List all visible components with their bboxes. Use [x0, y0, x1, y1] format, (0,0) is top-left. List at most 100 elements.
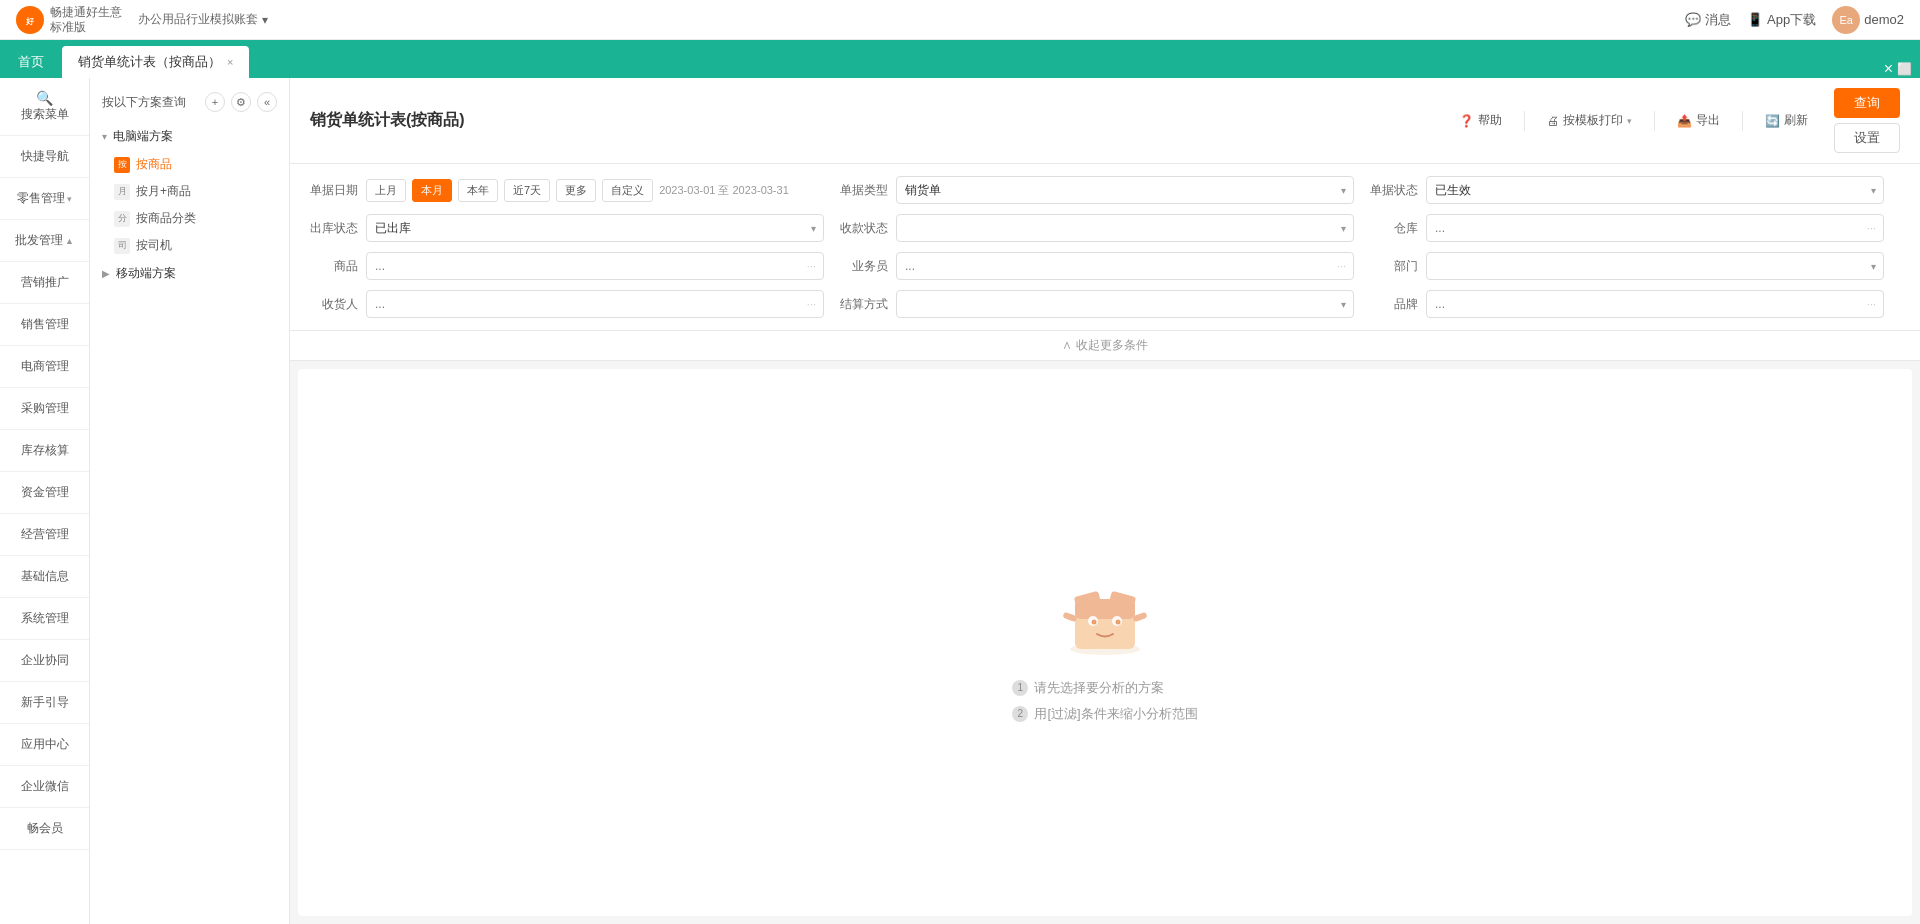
- chevron-up-icon: ▲: [65, 236, 74, 246]
- user-menu[interactable]: Ea demo2: [1832, 6, 1904, 34]
- message-button[interactable]: 💬 消息: [1685, 11, 1731, 29]
- sidebar-item-purchase[interactable]: 采购管理: [0, 388, 89, 430]
- close-window-icon[interactable]: ×: [1884, 60, 1893, 78]
- sidebar-item-basicinfo[interactable]: 基础信息: [0, 556, 89, 598]
- doc-status-field: 单据状态 ▾: [1370, 176, 1900, 204]
- export-icon: 📤: [1677, 114, 1692, 128]
- filter-item-by-category[interactable]: 分 按商品分类: [90, 205, 289, 232]
- filter-tree: ▾ 电脑端方案 按 按商品 月 按月+商品 分 按商品分类 司 按司机: [90, 118, 289, 292]
- date-this-year-btn[interactable]: 本年: [458, 179, 498, 202]
- sidebar-item-appcenter[interactable]: 应用中心: [0, 724, 89, 766]
- refresh-button[interactable]: 🔄 刷新: [1755, 108, 1818, 133]
- divider: [1524, 111, 1525, 131]
- tab-home[interactable]: 首页: [2, 46, 60, 78]
- restore-window-icon[interactable]: ⬜: [1897, 62, 1912, 76]
- sidebar-item-quicknav[interactable]: 快捷导航: [0, 136, 89, 178]
- download-icon: 📱: [1747, 12, 1763, 27]
- sidebar-item-operations[interactable]: 经营管理: [0, 514, 89, 556]
- collapse-button[interactable]: ∧ 收起更多条件: [310, 337, 1900, 354]
- date-range-text: 2023-03-01 至 2023-03-31: [659, 183, 789, 198]
- date-custom-btn[interactable]: 自定义: [602, 179, 653, 202]
- workspace-selector[interactable]: 办公用品行业模拟账套 ▾: [138, 11, 268, 28]
- sidebar-item-wholesale[interactable]: 批发管理 ▲: [0, 220, 89, 262]
- mobile-group-header[interactable]: ▶ 移动端方案: [90, 259, 289, 288]
- department-input[interactable]: [1426, 252, 1884, 280]
- receipt-status-field: 收款状态 ▾: [840, 214, 1370, 242]
- sidebar-item-finance[interactable]: 资金管理: [0, 472, 89, 514]
- sidebar-item-marketing[interactable]: 营销推广: [0, 262, 89, 304]
- recipient-input[interactable]: [366, 290, 824, 318]
- sidebar-item-guide[interactable]: 新手引导: [0, 682, 89, 724]
- filter-item-by-cashier[interactable]: 司 按司机: [90, 232, 289, 259]
- out-status-label: 出库状态: [310, 220, 358, 237]
- date-field: 单据日期 上月 本月 本年 近7天 更多 自定义 2023-03-01 至 20…: [310, 179, 840, 202]
- brand-control: ···: [1426, 290, 1884, 318]
- doc-status-input[interactable]: [1426, 176, 1884, 204]
- tab-close-icon[interactable]: ×: [227, 56, 233, 68]
- brand-input[interactable]: [1426, 290, 1884, 318]
- doc-type-label: 单据类型: [840, 182, 888, 199]
- warehouse-input[interactable]: [1426, 214, 1884, 242]
- right-content: 销货单统计表(按商品) ❓ 帮助 🖨 按模板打印 ▾ 📤: [290, 78, 1920, 924]
- sidebar-item-search[interactable]: 🔍 搜索菜单: [0, 78, 89, 136]
- mobile-group-arrow-icon: ▶: [102, 268, 110, 279]
- add-scheme-button[interactable]: +: [205, 92, 225, 112]
- receipt-status-control: ▾: [896, 214, 1354, 242]
- sidebar-item-corpwechat[interactable]: 企业微信: [0, 766, 89, 808]
- settlement-control: ▾: [896, 290, 1354, 318]
- collapse-bar[interactable]: ∧ 收起更多条件: [290, 331, 1920, 361]
- sidebar-item-ecommerce[interactable]: 电商管理: [0, 346, 89, 388]
- sidebar-item-inventory[interactable]: 库存核算: [0, 430, 89, 472]
- filter-item-by-product[interactable]: 按 按商品: [90, 151, 289, 178]
- query-button[interactable]: 查询: [1834, 88, 1900, 118]
- sidebar-item-enterprise[interactable]: 企业协同: [0, 640, 89, 682]
- recipient-control: ···: [366, 290, 824, 318]
- page-title: 销货单统计表(按商品): [310, 110, 465, 131]
- pc-group-header[interactable]: ▾ 电脑端方案: [90, 122, 289, 151]
- department-control: ▾: [1426, 252, 1884, 280]
- sidebar: 🔍 搜索菜单 快捷导航 零售管理 ▾ 批发管理 ▲ 营销推广 销售管理 电商管理…: [0, 78, 90, 924]
- settlement-input[interactable]: [896, 290, 1354, 318]
- recipient-label: 收货人: [310, 296, 358, 313]
- divider3: [1742, 111, 1743, 131]
- product-scheme-icon: 按: [114, 157, 130, 173]
- date-this-month-btn[interactable]: 本月: [412, 179, 452, 202]
- filter-item-by-month-product[interactable]: 月 按月+商品: [90, 178, 289, 205]
- sidebar-item-system[interactable]: 系统管理: [0, 598, 89, 640]
- tab-sales-stats[interactable]: 销货单统计表（按商品） ×: [62, 46, 249, 78]
- salesperson-input[interactable]: [896, 252, 1354, 280]
- date-filter-group: 上月 本月 本年 近7天 更多 自定义 2023-03-01 至 2023-03…: [366, 179, 824, 202]
- warehouse-field: 仓库 ···: [1370, 214, 1900, 242]
- settlement-label: 结算方式: [840, 296, 888, 313]
- product-field: 商品 ···: [310, 252, 840, 280]
- date-label: 单据日期: [310, 182, 358, 199]
- empty-state: 1 请先选择要分析的方案 2 用[过滤]条件来缩小分析范围: [298, 369, 1912, 916]
- sidebar-item-retail[interactable]: 零售管理 ▾: [0, 178, 89, 220]
- export-button[interactable]: 📤 导出: [1667, 108, 1730, 133]
- collapse-panel-button[interactable]: «: [257, 92, 277, 112]
- help-button[interactable]: ❓ 帮助: [1449, 108, 1512, 133]
- app-download-button[interactable]: 📱 App下载: [1747, 11, 1816, 29]
- settings-scheme-button[interactable]: ⚙: [231, 92, 251, 112]
- product-label: 商品: [310, 258, 358, 275]
- doc-status-label: 单据状态: [1370, 182, 1418, 199]
- filter-panel-header: 按以下方案查询 + ⚙ «: [90, 86, 289, 118]
- help-icon: ❓: [1459, 114, 1474, 128]
- date-more-btn[interactable]: 更多: [556, 179, 596, 202]
- out-status-control: ▾: [366, 214, 824, 242]
- sidebar-item-member[interactable]: 畅会员: [0, 808, 89, 850]
- product-input[interactable]: [366, 252, 824, 280]
- nav-tabs: 首页 销货单统计表（按商品） × × ⬜: [0, 40, 1920, 78]
- doc-type-input[interactable]: [896, 176, 1354, 204]
- sidebar-item-sales[interactable]: 销售管理: [0, 304, 89, 346]
- filter-row-3: 商品 ··· 业务员 ··· 部门: [310, 252, 1900, 280]
- date-last7-btn[interactable]: 近7天: [504, 179, 550, 202]
- page-header: 销货单统计表(按商品) ❓ 帮助 🖨 按模板打印 ▾ 📤: [290, 78, 1920, 164]
- page-actions: ❓ 帮助 🖨 按模板打印 ▾ 📤 导出: [1449, 88, 1900, 153]
- out-status-input[interactable]: [366, 214, 824, 242]
- template-print-button[interactable]: 🖨 按模板打印 ▾: [1537, 108, 1642, 133]
- receipt-status-input[interactable]: [896, 214, 1354, 242]
- setting-button[interactable]: 设置: [1834, 123, 1900, 153]
- department-label: 部门: [1370, 258, 1418, 275]
- date-last-month-btn[interactable]: 上月: [366, 179, 406, 202]
